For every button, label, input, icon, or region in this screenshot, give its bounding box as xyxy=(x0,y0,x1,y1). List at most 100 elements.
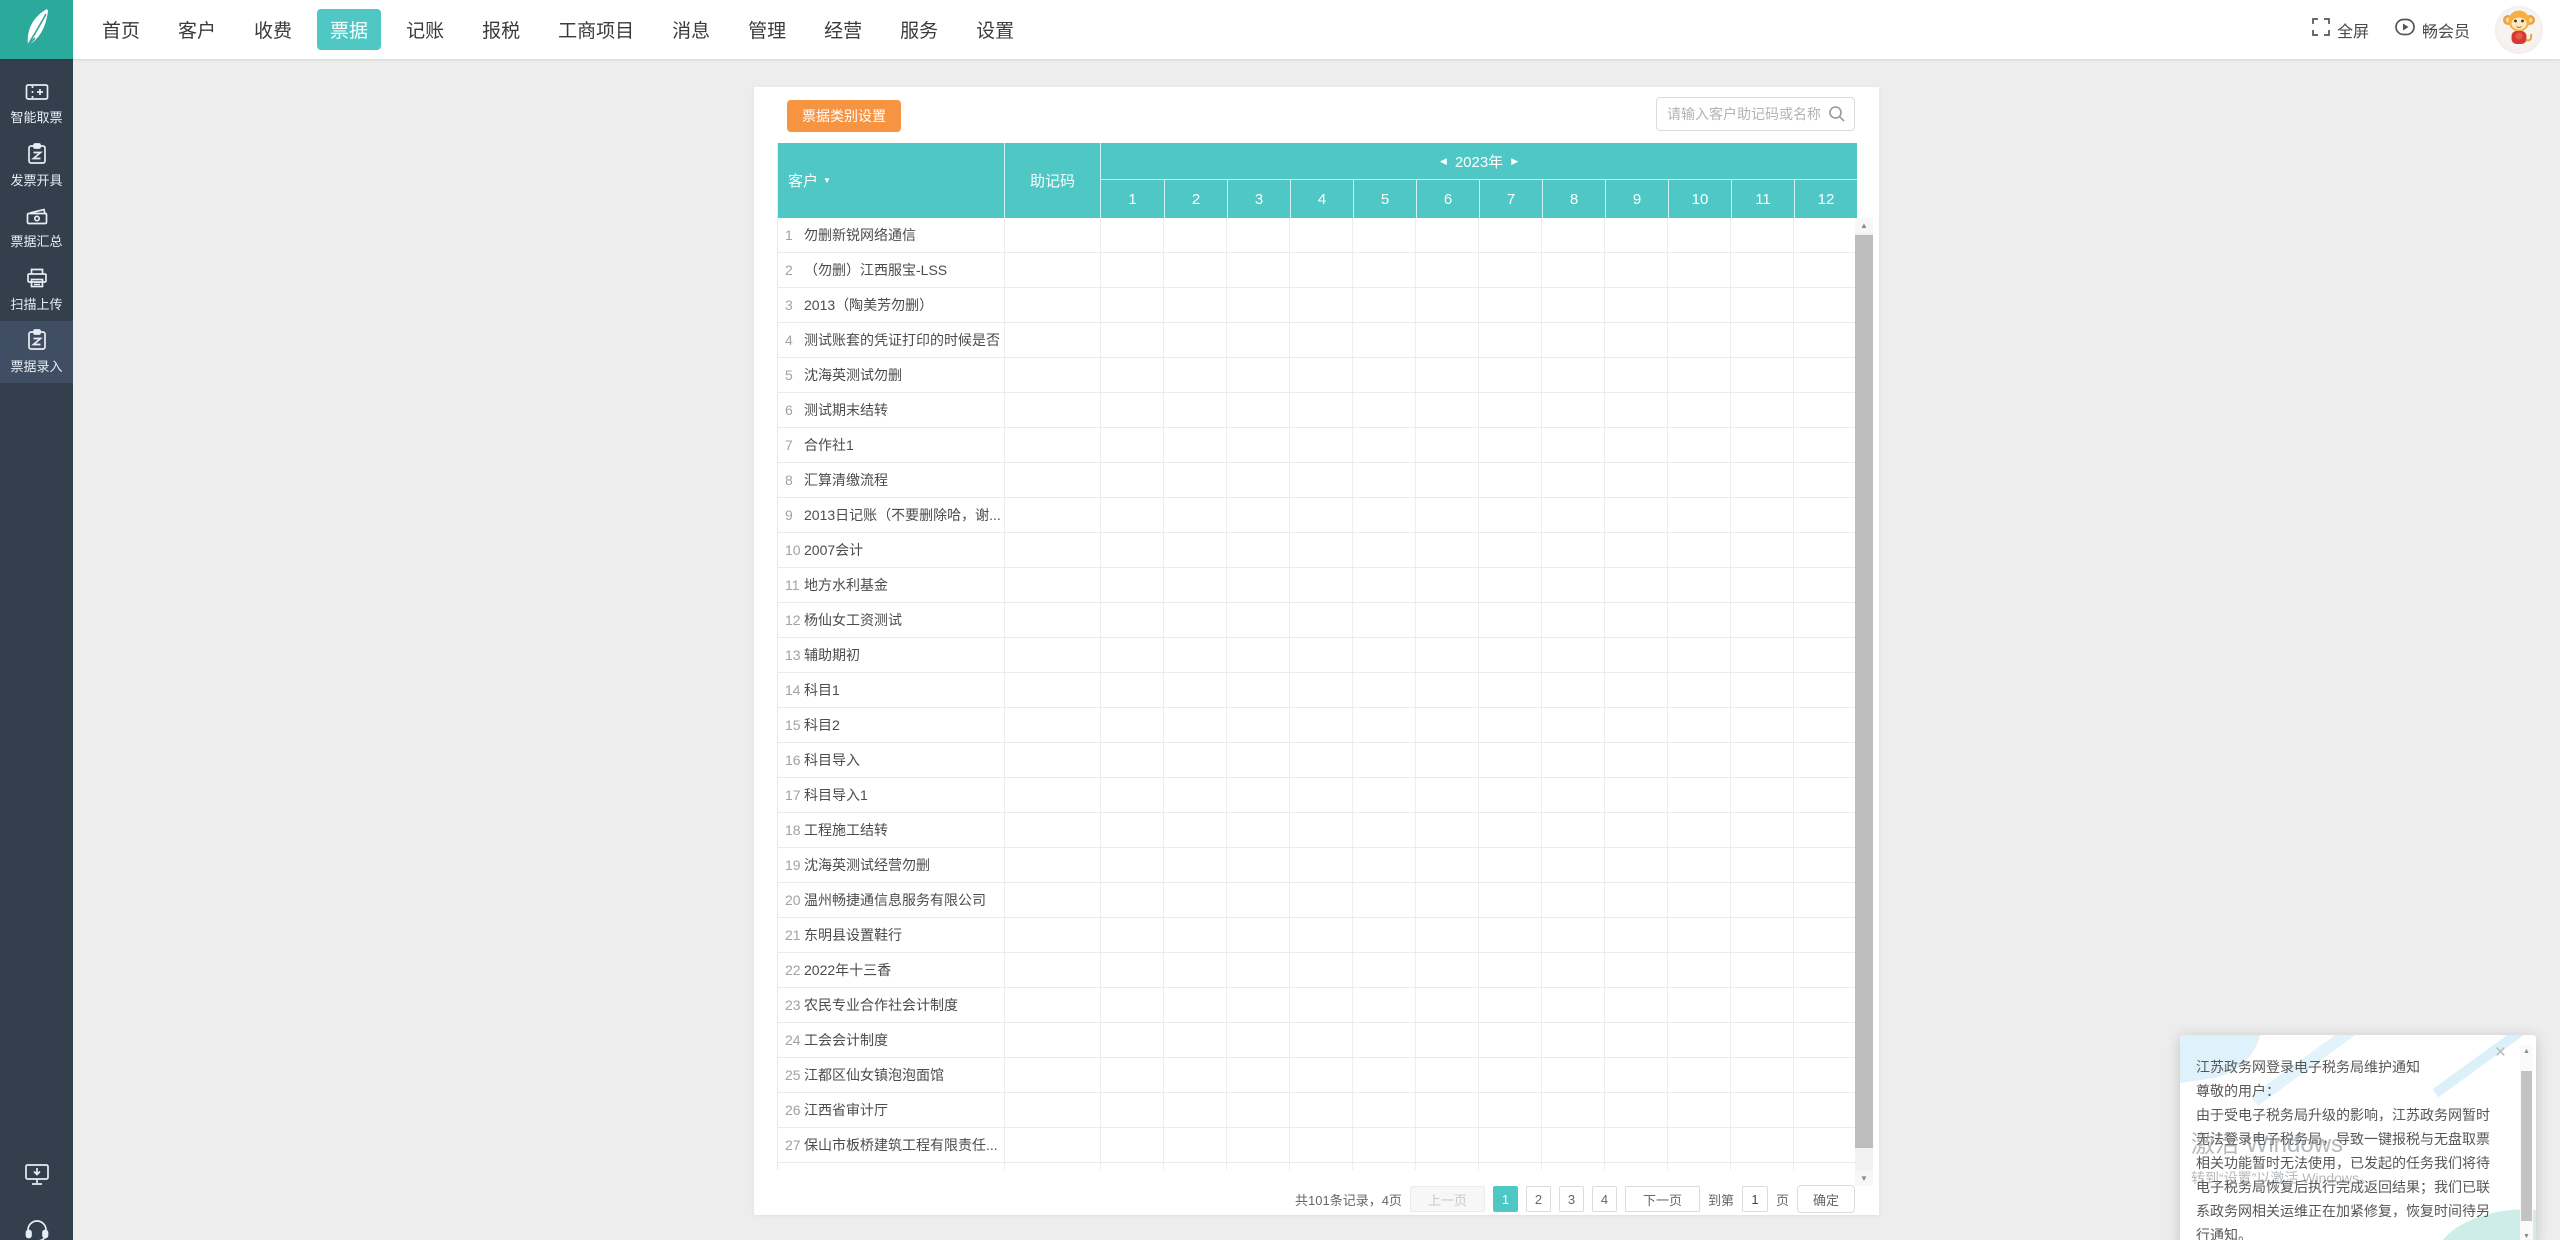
sidebar-item-2[interactable]: 发票开具 xyxy=(0,135,73,197)
month-header-9[interactable]: 9 xyxy=(1605,180,1668,218)
month-cell xyxy=(1542,988,1605,1022)
member-button[interactable]: 畅会员 xyxy=(2395,18,2470,42)
fullscreen-button[interactable]: 全屏 xyxy=(2312,18,2369,42)
client-download-button[interactable] xyxy=(0,1163,73,1192)
nav-item-12[interactable]: 设置 xyxy=(963,9,1027,50)
month-header-4[interactable]: 4 xyxy=(1290,180,1353,218)
table-row[interactable]: 3 2013（陶美芳勿删） xyxy=(778,288,1857,323)
nav-item-3[interactable]: 收费 xyxy=(241,9,305,50)
month-header-5[interactable]: 5 xyxy=(1353,180,1416,218)
page-button-4[interactable]: 4 xyxy=(1591,1186,1617,1212)
row-index: 23 xyxy=(785,997,801,1013)
month-cell xyxy=(1731,1023,1794,1057)
scroll-up-arrow-icon[interactable]: ▲ xyxy=(1855,218,1873,233)
scrollbar-thumb[interactable] xyxy=(1855,235,1873,1148)
month-cell xyxy=(1479,883,1542,917)
month-header-7[interactable]: 7 xyxy=(1479,180,1542,218)
search-input[interactable] xyxy=(1657,106,1828,122)
table-row[interactable]: 5 沈海英测试勿删 xyxy=(778,358,1857,393)
page-button-2[interactable]: 2 xyxy=(1525,1186,1551,1212)
nav-item-9[interactable]: 管理 xyxy=(735,9,799,50)
nav-item-8[interactable]: 消息 xyxy=(659,9,723,50)
search-icon[interactable] xyxy=(1828,105,1854,123)
table-row[interactable]: 11 地方水利基金 xyxy=(778,568,1857,603)
table-row[interactable]: 8 汇算清缴流程 xyxy=(778,463,1857,498)
table-row[interactable]: 9 2013日记账（不要删除哈，谢... xyxy=(778,498,1857,533)
table-row[interactable]: 22 2022年十三香 xyxy=(778,953,1857,988)
month-cell xyxy=(1542,218,1605,252)
table-row[interactable]: 10 2007会计 xyxy=(778,533,1857,568)
bill-category-settings-button[interactable]: 票据类别设置 xyxy=(787,100,901,132)
page-button-1[interactable]: 1 xyxy=(1492,1186,1518,1212)
month-header-8[interactable]: 8 xyxy=(1542,180,1605,218)
popup-scroll-down-icon[interactable]: ▼ xyxy=(2520,1230,2533,1240)
customer-column-header[interactable]: 客户 ▼ xyxy=(778,143,1005,218)
goto-page-input[interactable] xyxy=(1741,1186,1768,1212)
month-header-10[interactable]: 10 xyxy=(1668,180,1731,218)
goto-confirm-button[interactable]: 确定 xyxy=(1796,1185,1855,1213)
table-row[interactable]: 23 农民专业合作社会计制度 xyxy=(778,988,1857,1023)
table-row[interactable]: 20 温州畅捷通信息服务有限公司 xyxy=(778,883,1857,918)
table-row[interactable]: 7 合作社1 xyxy=(778,428,1857,463)
prev-page-button[interactable]: 上一页 xyxy=(1409,1186,1485,1212)
scroll-down-arrow-icon[interactable]: ▼ xyxy=(1855,1171,1873,1186)
month-cell xyxy=(1668,708,1731,742)
month-header-2[interactable]: 2 xyxy=(1164,180,1227,218)
year-prev-icon[interactable]: ◀ xyxy=(1440,156,1447,167)
nav-item-6[interactable]: 报税 xyxy=(469,9,533,50)
month-cell xyxy=(1416,358,1479,392)
nav-item-11[interactable]: 服务 xyxy=(887,9,951,50)
app-logo[interactable] xyxy=(0,0,73,59)
month-header-11[interactable]: 11 xyxy=(1731,180,1794,218)
nav-item-4[interactable]: 票据 xyxy=(317,9,382,50)
table-row[interactable]: 24 工会会计制度 xyxy=(778,1023,1857,1058)
year-next-icon[interactable]: ▶ xyxy=(1511,156,1518,167)
table-row[interactable]: 15 科目2 xyxy=(778,708,1857,743)
month-cell xyxy=(1353,428,1416,462)
table-row[interactable]: 25 江都区仙女镇泡泡面馆 xyxy=(778,1058,1857,1093)
month-cell xyxy=(1353,218,1416,252)
month-cell xyxy=(1164,428,1227,462)
month-header-1[interactable]: 1 xyxy=(1101,180,1164,218)
sidebar-item-1[interactable]: 智能取票 xyxy=(0,73,73,135)
next-page-button[interactable]: 下一页 xyxy=(1624,1186,1700,1212)
customer-service-button[interactable] xyxy=(0,1217,73,1240)
sidebar-item-3[interactable]: 票据汇总 xyxy=(0,197,73,259)
table-row[interactable]: 1 勿删新锐网络通信 xyxy=(778,218,1857,253)
table-row[interactable]: 26 江西省审计厅 xyxy=(778,1093,1857,1128)
month-cell xyxy=(1164,848,1227,882)
table-row[interactable]: 12 杨仙女工资测试 xyxy=(778,603,1857,638)
table-row[interactable]: 17 科目导入1 xyxy=(778,778,1857,813)
nav-item-7[interactable]: 工商项目 xyxy=(545,9,647,50)
table-row[interactable]: 18 工程施工结转 xyxy=(778,813,1857,848)
popup-scroll-up-icon[interactable]: ▲ xyxy=(2520,1045,2533,1058)
nav-item-2[interactable]: 客户 xyxy=(165,9,229,50)
month-cell xyxy=(1542,918,1605,952)
sidebar-item-4[interactable]: 扫描上传 xyxy=(0,259,73,321)
table-row[interactable]: 27 保山市板桥建筑工程有限责任... xyxy=(778,1128,1857,1163)
table-row[interactable]: 4 测试账套的凭证打印的时候是否 xyxy=(778,323,1857,358)
nav-item-1[interactable]: 首页 xyxy=(89,9,153,50)
table-row[interactable]: 14 科目1 xyxy=(778,673,1857,708)
table-row[interactable]: 6 测试期末结转 xyxy=(778,393,1857,428)
user-avatar[interactable] xyxy=(2496,6,2542,53)
month-cell xyxy=(1416,778,1479,812)
month-cell xyxy=(1479,743,1542,777)
row-index: 1 xyxy=(785,227,793,243)
table-row[interactable]: 19 沈海英测试经营勿删 xyxy=(778,848,1857,883)
row-index: 2 xyxy=(785,262,793,278)
sidebar-item-5[interactable]: 票据录入 xyxy=(0,321,73,383)
table-row[interactable]: 13 辅助期初 xyxy=(778,638,1857,673)
month-cell xyxy=(1164,603,1227,637)
nav-item-10[interactable]: 经营 xyxy=(811,9,875,50)
month-header-12[interactable]: 12 xyxy=(1794,180,1857,218)
table-row[interactable]: 21 东明县设置鞋行 xyxy=(778,918,1857,953)
table-row[interactable]: 16 科目导入 xyxy=(778,743,1857,778)
page-button-3[interactable]: 3 xyxy=(1558,1186,1584,1212)
month-header-3[interactable]: 3 xyxy=(1227,180,1290,218)
popup-scrollbar-thumb[interactable] xyxy=(2521,1071,2532,1221)
nav-item-5[interactable]: 记账 xyxy=(393,9,457,50)
month-header-6[interactable]: 6 xyxy=(1416,180,1479,218)
table-row[interactable]: 2 （勿删）江西服宝-LSS xyxy=(778,253,1857,288)
nav-right-tools: 全屏 畅会员 xyxy=(2312,6,2560,53)
